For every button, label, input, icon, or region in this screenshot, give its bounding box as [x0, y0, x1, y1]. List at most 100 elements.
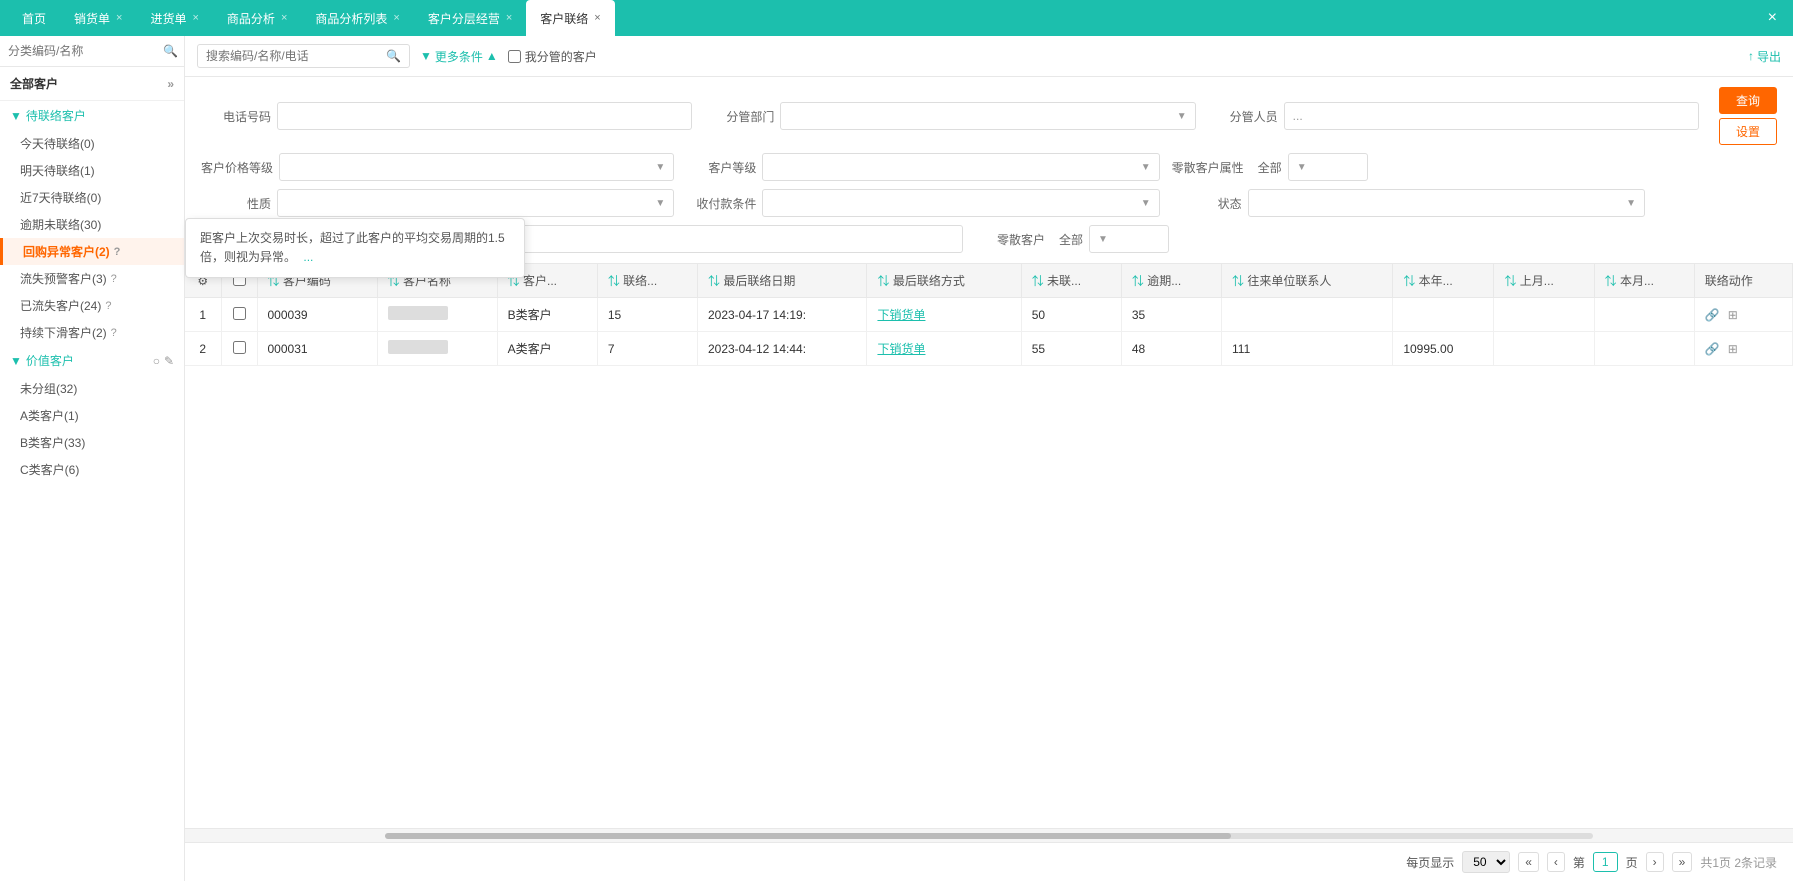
sidebar-today-pending[interactable]: 今天待联络(0) [0, 130, 184, 157]
sidebar-pending-section[interactable]: ▼ 待联络客户 [0, 101, 184, 130]
sidebar-value-section[interactable]: ▼ 价值客户 ○ ✎ [0, 346, 184, 375]
sidebar-tomorrow-pending[interactable]: 明天待联络(1) [0, 157, 184, 184]
my-customers-check[interactable] [508, 50, 521, 63]
nav-product-list-close[interactable]: × [393, 12, 399, 24]
churn-warning-help-icon: ? [111, 273, 117, 285]
nav-home[interactable]: 首页 [8, 0, 60, 36]
scatter-attr-input[interactable]: ▼ [1288, 153, 1368, 181]
search-icon[interactable]: 🔍 [163, 44, 178, 58]
sidebar-churn-warning[interactable]: 流失预警客户(3) ? [0, 265, 184, 292]
dept-input[interactable]: ▼ [780, 102, 1195, 130]
window-close-button[interactable]: × [1768, 9, 1777, 27]
row2-last-method[interactable]: 下销货单 [867, 332, 1021, 366]
scatter-customer-input[interactable]: ▼ [1089, 225, 1169, 253]
phone-input[interactable] [277, 102, 692, 130]
page-label: 页 [1626, 854, 1638, 871]
row1-last-method-value[interactable]: 下销货单 [877, 308, 925, 322]
top-nav: 首页 销货单 × 进货单 × 商品分析 × 商品分析列表 × 客户分层经营 × … [0, 0, 1793, 36]
nav-product-analysis[interactable]: 商品分析 × [213, 0, 301, 36]
horizontal-scrollbar[interactable] [185, 828, 1793, 842]
row1-check[interactable] [233, 307, 246, 320]
per-page-select[interactable]: 50 [1462, 851, 1510, 873]
sidebar-b-customers[interactable]: B类客户(33) [0, 429, 184, 456]
nav-customer-contact-label: 客户联络 [540, 10, 588, 27]
row2-action-link-icon[interactable]: 🔗 [1705, 342, 1720, 356]
sidebar-churned[interactable]: 已流失客户(24) ? [0, 292, 184, 319]
sidebar-c-customers[interactable]: C类客户(6) [0, 456, 184, 483]
current-page: 1 [1593, 852, 1618, 872]
prev-page-button[interactable]: ‹ [1547, 852, 1565, 872]
col-contact-person[interactable]: ⇅ 往来单位联系人 [1222, 264, 1393, 298]
sidebar-search-input[interactable] [8, 44, 163, 58]
col-last-month[interactable]: ⇅ 上月... [1494, 264, 1594, 298]
customer-level-input[interactable]: ▼ [762, 153, 1159, 181]
col-unlinked[interactable]: ⇅ 未联... [1021, 264, 1121, 298]
value-edit-icon[interactable]: ✎ [164, 354, 174, 368]
export-button[interactable]: ↑ 导出 [1748, 48, 1781, 65]
sidebar-a-customers[interactable]: A类客户(1) [0, 402, 184, 429]
filter-phone: 电话号码 [201, 102, 692, 130]
last-page-button[interactable]: » [1672, 852, 1693, 872]
col-last-contact-method[interactable]: ⇅ 最后联络方式 [867, 264, 1021, 298]
nav-sales-close[interactable]: × [116, 12, 122, 24]
nav-customer-contact-close[interactable]: × [594, 12, 600, 24]
sidebar-collapse-icon[interactable]: » [167, 77, 174, 91]
tooltip-ellipsis[interactable]: ... [303, 250, 313, 264]
row1-action-icons: 🔗 ⊞ [1705, 308, 1782, 322]
col-this-year[interactable]: ⇅ 本年... [1393, 264, 1494, 298]
7day-pending-label: 近7天待联络(0) [20, 191, 101, 205]
nav-product-analysis-close[interactable]: × [281, 12, 287, 24]
col-last-method-label: 最后联络方式 [893, 274, 965, 288]
filter-status: 状态 ▼ [1172, 189, 1645, 217]
col-contact-count[interactable]: ⇅ 联络... [597, 264, 697, 298]
row1-checkbox [221, 298, 257, 332]
price-level-input[interactable]: ▼ [279, 153, 674, 181]
sort-icon5: ⇅ [708, 274, 720, 288]
nav-purchase-close[interactable]: × [192, 12, 198, 24]
nav-customer-contact[interactable]: 客户联络 × [526, 0, 614, 36]
scatter-attr-value-label: 全部 [1258, 159, 1282, 176]
person-input[interactable]: ... [1284, 102, 1699, 130]
col-last-contact-date[interactable]: ⇅ 最后联络日期 [697, 264, 866, 298]
row2-check[interactable] [233, 341, 246, 354]
main-search-input[interactable] [206, 49, 386, 63]
value-section-label: 价值客户 [26, 352, 74, 369]
sidebar-overdue-pending[interactable]: 逾期未联络(30) [0, 211, 184, 238]
sidebar-7day-pending[interactable]: 近7天待联络(0) [0, 184, 184, 211]
nav-customer-tier-close[interactable]: × [506, 12, 512, 24]
row2-this-year-value: 10995.00 [1403, 342, 1453, 356]
nav-sales[interactable]: 销货单 × [60, 0, 136, 36]
more-conditions-button[interactable]: ▼ 更多条件 ▲ [420, 48, 498, 65]
nav-customer-tier[interactable]: 客户分层经营 × [414, 0, 526, 36]
status-input[interactable]: ▼ [1248, 189, 1645, 217]
row1-code-value: 000039 [268, 308, 308, 322]
payment-input[interactable]: ▼ [762, 189, 1159, 217]
row1-last-method[interactable]: 下销货单 [867, 298, 1021, 332]
row1-action-grid-icon[interactable]: ⊞ [1728, 308, 1738, 322]
nav-product-list[interactable]: 商品分析列表 × [301, 0, 413, 36]
first-page-button[interactable]: « [1518, 852, 1539, 872]
sidebar-declining[interactable]: 持续下滑客户(2) ? [0, 319, 184, 346]
row1-contact-count-value: 15 [608, 308, 621, 322]
query-button[interactable]: 查询 [1719, 87, 1777, 114]
scroll-track[interactable] [385, 833, 1593, 839]
col-this-month[interactable]: ⇅ 本月... [1594, 264, 1694, 298]
nav-purchase[interactable]: 进货单 × [136, 0, 212, 36]
value-circle-icon[interactable]: ○ [153, 354, 160, 368]
sidebar-repurchase-abnormal[interactable]: 回购异常客户(2) ? [0, 238, 184, 265]
setting-button[interactable]: 设置 [1719, 118, 1777, 145]
sidebar-ungrouped[interactable]: 未分组(32) [0, 375, 184, 402]
export-icon: ↑ [1748, 49, 1754, 63]
row2-last-method-value[interactable]: 下销货单 [877, 342, 925, 356]
col-overdue[interactable]: ⇅ 逾期... [1121, 264, 1221, 298]
nav-home-label: 首页 [22, 10, 46, 27]
my-customers-checkbox[interactable]: 我分管的客户 [508, 48, 597, 65]
main-search-icon[interactable]: 🔍 [386, 49, 401, 63]
row1-overdue: 35 [1121, 298, 1221, 332]
nature-input[interactable]: ▼ [277, 189, 674, 217]
row2-seq-value: 2 [199, 342, 206, 356]
row2-action-grid-icon[interactable]: ⊞ [1728, 342, 1738, 356]
next-page-button[interactable]: › [1646, 852, 1664, 872]
row1-action-link-icon[interactable]: 🔗 [1705, 308, 1720, 322]
scroll-thumb[interactable] [385, 833, 1231, 839]
